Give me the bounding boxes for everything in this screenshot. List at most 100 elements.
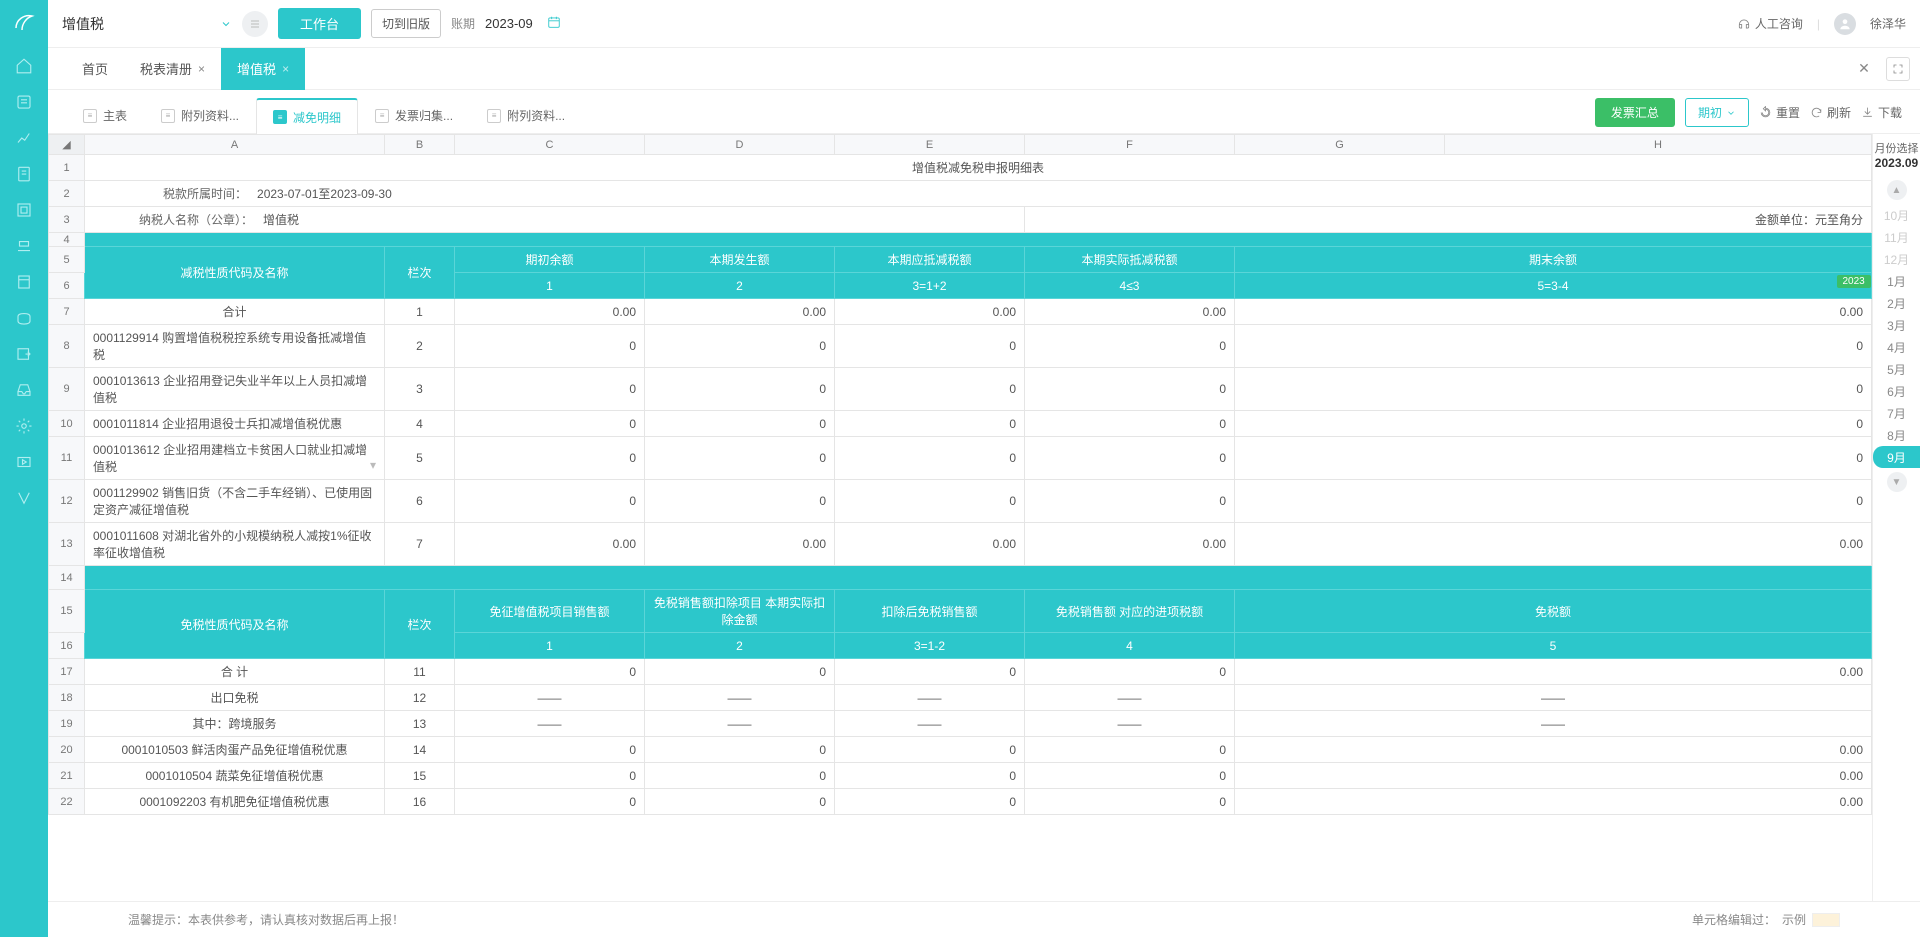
nav-video-icon[interactable] <box>0 444 48 480</box>
month-item[interactable]: 20231月 <box>1873 270 1920 292</box>
data-cell[interactable]: 0001011814 企业招用退役士兵扣减增值税优惠 <box>85 411 385 437</box>
tab-close-icon[interactable]: × <box>198 62 205 76</box>
nav-inbox-icon[interactable] <box>0 372 48 408</box>
row-header[interactable]: 7 <box>49 299 85 325</box>
invoice-summary-button[interactable]: 发票汇总 <box>1595 98 1675 127</box>
nav-v-icon[interactable] <box>0 480 48 516</box>
col-header[interactable]: B <box>385 135 455 155</box>
nav-doc-icon[interactable] <box>0 156 48 192</box>
month-item[interactable]: 5月 <box>1873 358 1920 380</box>
list-icon[interactable] <box>242 11 268 37</box>
sheet-scroll[interactable]: ◢ A B C D E F G H 1增值税减免税申报明细表2税款所属时间：20… <box>48 134 1872 901</box>
row-header[interactable]: 18 <box>49 685 85 711</box>
data-cell[interactable]: 0001013612 企业招用建档立卡贫困人口就业扣减增值税▾ <box>85 437 385 480</box>
nav-export-icon[interactable] <box>0 336 48 372</box>
nav-home-icon[interactable] <box>0 48 48 84</box>
workbench-button[interactable]: 工作台 <box>278 8 361 39</box>
corner-cell[interactable]: ◢ <box>49 135 85 155</box>
tabs-row: 首页税表清册×增值税× ✕ <box>48 48 1920 90</box>
row-header[interactable]: 9 <box>49 368 85 411</box>
row-header[interactable]: 17 <box>49 659 85 685</box>
nav-wallet-icon[interactable] <box>0 300 48 336</box>
org-selector[interactable]: 增值税 <box>62 14 232 34</box>
period-init-button[interactable]: 期初 <box>1685 98 1749 127</box>
col-header[interactable]: F <box>1025 135 1235 155</box>
row-header[interactable]: 8 <box>49 325 85 368</box>
data-cell[interactable]: 0001129914 购置增值税税控系统专用设备抵减增值税 <box>85 325 385 368</box>
data-cell[interactable]: 出口免税 <box>85 685 385 711</box>
column-header-row: ◢ A B C D E F G H <box>49 135 1872 155</box>
sub-tab[interactable]: ≡发票归集... <box>358 97 470 133</box>
refresh-button[interactable]: 刷新 <box>1810 104 1851 121</box>
row-header[interactable]: 12 <box>49 480 85 523</box>
row-header[interactable]: 21 <box>49 763 85 789</box>
data-cell[interactable]: 其中：跨境服务 <box>85 711 385 737</box>
col-header[interactable]: E <box>835 135 1025 155</box>
row-header[interactable]: 1 <box>49 155 85 181</box>
row-header[interactable]: 13 <box>49 523 85 566</box>
row-header[interactable]: 19 <box>49 711 85 737</box>
data-cell[interactable]: 0001010504 蔬菜免征增值税优惠 <box>85 763 385 789</box>
row-header[interactable]: 14 <box>49 566 85 590</box>
download-button[interactable]: 下载 <box>1861 104 1902 121</box>
close-all-tabs-icon[interactable]: ✕ <box>1852 57 1876 81</box>
month-item[interactable]: 4月 <box>1873 336 1920 358</box>
month-panel: 月份选择 2023.09 ▲ 10月11月12月20231月2月3月4月5月6月… <box>1872 134 1920 901</box>
row-header[interactable]: 22 <box>49 789 85 815</box>
month-item[interactable]: 6月 <box>1873 380 1920 402</box>
col-header[interactable]: G <box>1235 135 1445 155</box>
data-cell[interactable]: 0001013613 企业招用登记失业半年以上人员扣减增值税 <box>85 368 385 411</box>
month-item[interactable]: 10月 <box>1873 204 1920 226</box>
data-cell[interactable]: 0001011608 对湖北省外的小规模纳税人减按1%征收率征收增值税 <box>85 523 385 566</box>
tab-close-icon[interactable]: × <box>282 62 289 76</box>
sub-tab[interactable]: ≡附列资料... <box>144 97 256 133</box>
fullscreen-icon[interactable] <box>1886 57 1910 81</box>
row-header[interactable]: 11 <box>49 437 85 480</box>
data-cell[interactable]: 0001010503 鲜活肉蛋产品免征增值税优惠 <box>85 737 385 763</box>
month-item[interactable]: 12月 <box>1873 248 1920 270</box>
reset-button[interactable]: 重置 <box>1759 104 1800 121</box>
consult-link[interactable]: 人工咨询 <box>1737 15 1803 32</box>
row-header[interactable]: 4 <box>49 233 85 247</box>
nav-report-icon[interactable] <box>0 192 48 228</box>
nav-settings-icon[interactable] <box>0 408 48 444</box>
month-item[interactable]: 3月 <box>1873 314 1920 336</box>
month-item[interactable]: 9月 <box>1873 446 1920 468</box>
month-item[interactable]: 8月 <box>1873 424 1920 446</box>
sub-tab[interactable]: ≡主表 <box>66 97 144 133</box>
nav-ledger-icon[interactable] <box>0 84 48 120</box>
col-header[interactable]: A <box>85 135 385 155</box>
row-header[interactable]: 2 <box>49 181 85 207</box>
row-header[interactable]: 10 <box>49 411 85 437</box>
col-header[interactable]: H <box>1445 135 1872 155</box>
data-cell[interactable]: 0001129902 销售旧货（不含二手车经销）、已使用固定资产减征增值税 <box>85 480 385 523</box>
row-header[interactable]: 15 <box>49 590 85 633</box>
row-header[interactable]: 20 <box>49 737 85 763</box>
data-cell[interactable]: 合 计 <box>85 659 385 685</box>
user-avatar-icon[interactable] <box>1834 13 1856 35</box>
row-header[interactable]: 5 <box>49 247 85 273</box>
month-item[interactable]: 11月 <box>1873 226 1920 248</box>
col-header[interactable]: C <box>455 135 645 155</box>
main-tab[interactable]: 税表清册× <box>124 48 221 90</box>
topbar: 增值税 工作台 切到旧版 账期 2023-09 人工咨询 | <box>48 0 1920 48</box>
row-header[interactable]: 16 <box>49 633 85 659</box>
main-tab[interactable]: 增值税× <box>221 48 305 90</box>
calendar-icon[interactable] <box>547 15 561 32</box>
month-prev-icon[interactable]: ▲ <box>1887 180 1907 200</box>
sub-tab[interactable]: ≡减免明细 <box>256 98 358 134</box>
sub-tab[interactable]: ≡附列资料... <box>470 97 582 133</box>
nav-chart-icon[interactable] <box>0 120 48 156</box>
data-cell[interactable]: 0001092203 有机肥免征增值税优惠 <box>85 789 385 815</box>
month-item[interactable]: 7月 <box>1873 402 1920 424</box>
month-next-icon[interactable]: ▼ <box>1887 472 1907 492</box>
row-header[interactable]: 6 <box>49 273 85 299</box>
month-item[interactable]: 2月 <box>1873 292 1920 314</box>
switch-old-button[interactable]: 切到旧版 <box>371 9 441 38</box>
nav-calc-icon[interactable] <box>0 264 48 300</box>
data-cell[interactable]: 合计 <box>85 299 385 325</box>
row-header[interactable]: 3 <box>49 207 85 233</box>
col-header[interactable]: D <box>645 135 835 155</box>
nav-stamp-icon[interactable] <box>0 228 48 264</box>
main-tab[interactable]: 首页 <box>66 48 124 90</box>
